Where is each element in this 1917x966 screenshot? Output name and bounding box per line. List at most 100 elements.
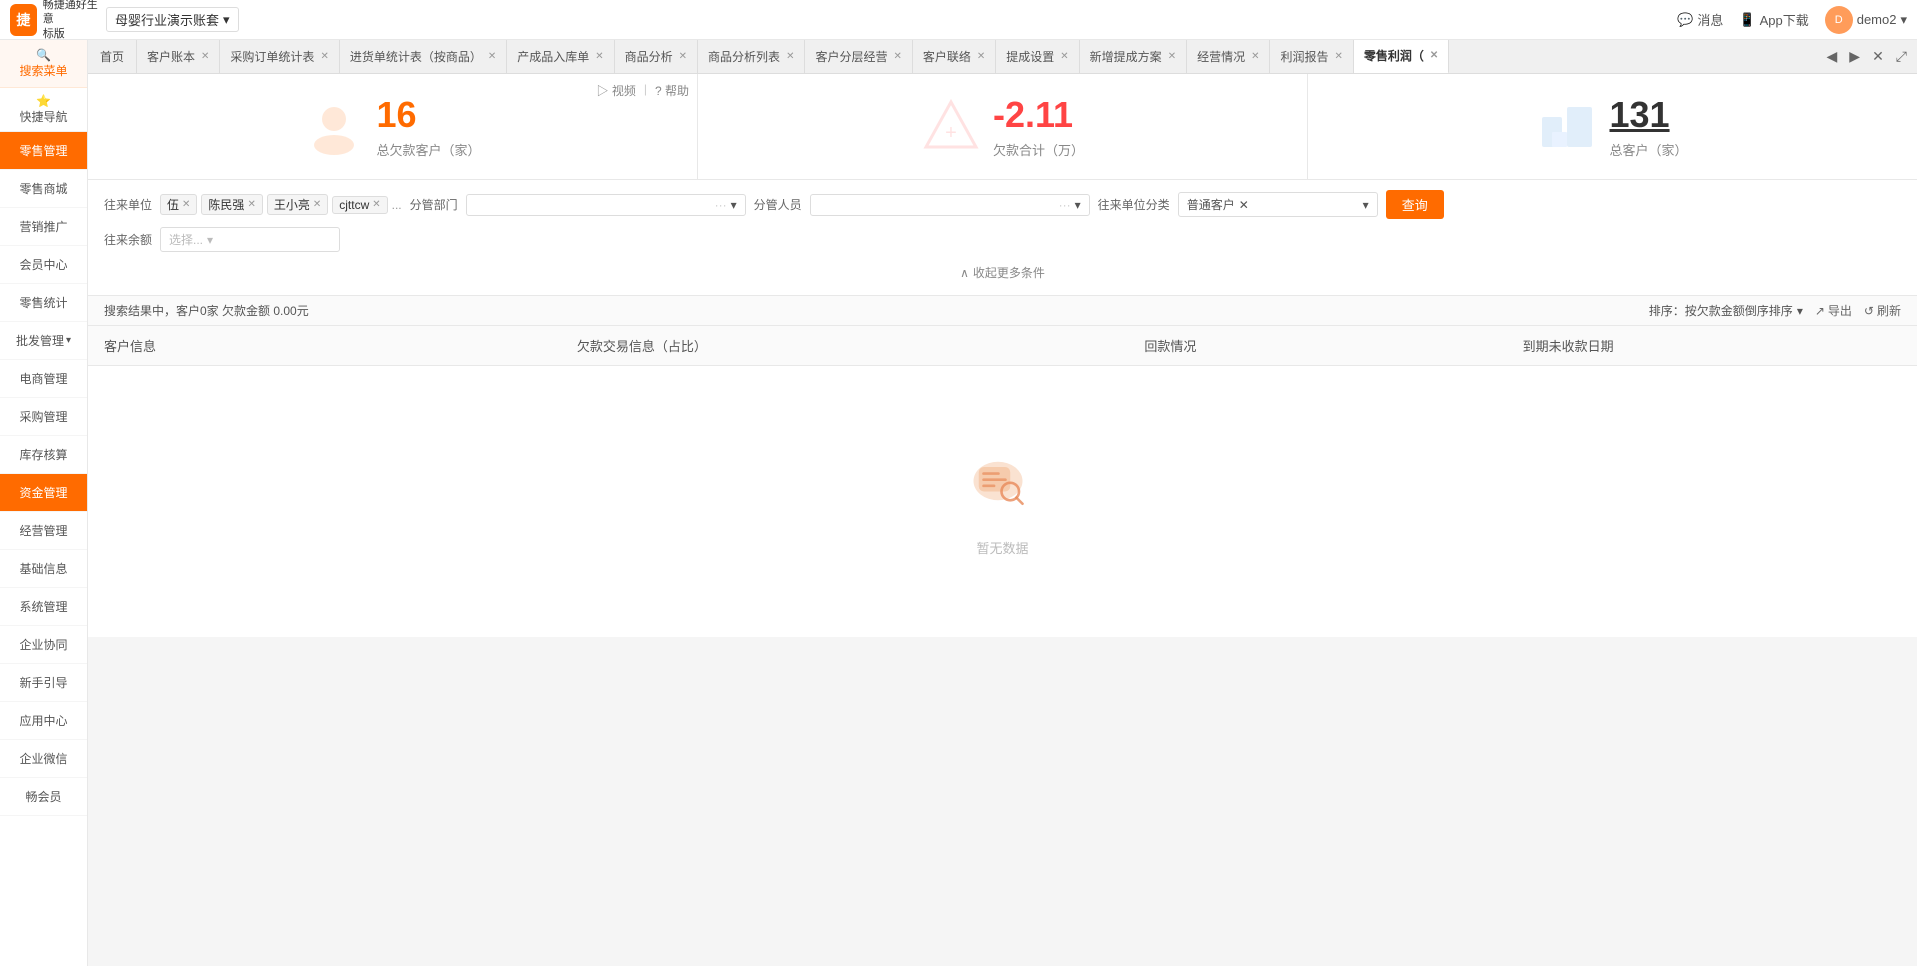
top-bar-right: 💬 消息 📱 App下载 D demo2 ▾	[1677, 6, 1907, 34]
chevron-down-icon: ▾	[223, 12, 230, 28]
sidebar-item-purchase[interactable]: 采购管理	[0, 398, 87, 436]
sidebar-search[interactable]: 🔍 搜索菜单	[0, 40, 87, 88]
sidebar-item-member[interactable]: 畅会员	[0, 778, 87, 816]
stat-total-debt: + -2.11 欠款合计（万）	[698, 74, 1308, 179]
tab-item-2[interactable]: 进货单统计表（按商品） ✕	[340, 40, 507, 74]
collapse-button[interactable]: ∧ 收起更多条件	[104, 260, 1901, 285]
tab-item-8[interactable]: 提成设置 ✕	[996, 40, 1079, 74]
sidebar-item-wholesale[interactable]: 批发管理 ▾	[0, 322, 87, 360]
sidebar-item-marketing[interactable]: 营销推广	[0, 208, 87, 246]
sidebar-item-inventory[interactable]: 库存核算	[0, 436, 87, 474]
dept-select[interactable]: ··· ▾	[466, 194, 746, 216]
messages-button[interactable]: 💬 消息	[1677, 10, 1723, 29]
remove-tag-1[interactable]: ✕	[247, 199, 255, 210]
sidebar-item-retail-mgmt[interactable]: 零售管理	[0, 132, 87, 170]
tab-close-12[interactable]: ✕	[1430, 50, 1438, 61]
tab-close-9[interactable]: ✕	[1168, 51, 1176, 62]
tab-item-9[interactable]: 新增提成方案 ✕	[1080, 40, 1187, 74]
tab-close-7[interactable]: ✕	[977, 51, 985, 62]
tab-next-button[interactable]: ▶	[1845, 46, 1864, 67]
filter-tag-2: 王小亮 ✕	[267, 194, 328, 215]
tab-expand-button[interactable]: ⤢	[1892, 46, 1911, 67]
search-button[interactable]: 查询	[1386, 190, 1444, 219]
tab-close-3[interactable]: ✕	[595, 51, 603, 62]
sort-select[interactable]: 排序：按欠款金额倒序排序 ▾	[1649, 302, 1803, 319]
tab-close-11[interactable]: ✕	[1335, 51, 1343, 62]
remove-tag-2[interactable]: ✕	[313, 199, 321, 210]
sidebar-item-member-center[interactable]: 会员中心	[0, 246, 87, 284]
tab-close-0[interactable]: ✕	[201, 51, 209, 62]
stat-debtors-number: 16	[376, 94, 480, 136]
quick-nav[interactable]: ⭐ 快捷导航	[0, 88, 87, 132]
stat-debt-label: 欠款合计（万）	[993, 140, 1084, 159]
help-link[interactable]: ? 帮助	[655, 82, 689, 99]
table-header: 客户信息 欠款交易信息（占比） 回款情况 到期未收款日期	[88, 326, 1917, 366]
sidebar-item-retail-mall[interactable]: 零售商城	[0, 170, 87, 208]
sidebar-item-ecommerce[interactable]: 电商管理	[0, 360, 87, 398]
tab-controls: ◀ ▶ ✕ ⤢	[1817, 46, 1917, 67]
col-header-2: 回款情况	[1144, 336, 1522, 355]
tab-bar: 首页 客户账本 ✕ 采购订单统计表 ✕ 进货单统计表（按商品） ✕ 产成品入库单…	[88, 40, 1917, 74]
refresh-button[interactable]: ↺ 刷新	[1864, 302, 1901, 319]
tab-close-5[interactable]: ✕	[786, 51, 794, 62]
balance-select[interactable]: 选择... ▾	[160, 227, 340, 252]
tab-item-1[interactable]: 采购订单统计表 ✕	[220, 40, 339, 74]
sidebar-item-finance[interactable]: 资金管理	[0, 474, 87, 512]
store-selector[interactable]: 母婴行业演示账套 ▾	[106, 7, 239, 32]
top-bar-left: 捷 畅捷通好生意 标版 母婴行业演示账套 ▾	[10, 0, 239, 41]
filter-tag-1: 陈民强 ✕	[201, 194, 262, 215]
svg-text:+: +	[945, 122, 957, 144]
app-download-button[interactable]: 📱 App下载	[1739, 10, 1808, 29]
tab-close-4[interactable]: ✕	[679, 51, 687, 62]
sidebar-item-system[interactable]: 系统管理	[0, 588, 87, 626]
classify-select[interactable]: 普通客户 ✕ ▾	[1178, 192, 1378, 217]
top-bar: 捷 畅捷通好生意 标版 母婴行业演示账套 ▾ 💬 消息 📱 App下载 D	[0, 0, 1917, 40]
chevron-down-icon: ▾	[731, 198, 737, 212]
stat-customers-number: 131	[1609, 94, 1687, 136]
sidebar-item-retail-stats[interactable]: 零售统计	[0, 284, 87, 322]
col-header-3: 到期未收款日期	[1523, 336, 1901, 355]
sidebar-item-app-center[interactable]: 应用中心	[0, 702, 87, 740]
tab-item-12[interactable]: 零售利润（ ✕	[1354, 40, 1449, 74]
tab-close-all-button[interactable]: ✕	[1868, 46, 1888, 67]
remove-tag-0[interactable]: ✕	[182, 199, 190, 210]
sidebar-item-newbie[interactable]: 新手引导	[0, 664, 87, 702]
tab-item-10[interactable]: 经营情况 ✕	[1187, 40, 1270, 74]
tab-item-6[interactable]: 客户分层经营 ✕	[805, 40, 912, 74]
sidebar-item-basic-info[interactable]: 基础信息	[0, 550, 87, 588]
sidebar-item-wechat[interactable]: 企业微信	[0, 740, 87, 778]
dept-filter-label: 分管部门	[410, 196, 458, 213]
export-button[interactable]: ↗ 导出	[1815, 302, 1852, 319]
sidebar-item-operations[interactable]: 经营管理	[0, 512, 87, 550]
tab-item-7[interactable]: 客户联络 ✕	[913, 40, 996, 74]
filter-tags: 伍 ✕ 陈民强 ✕ 王小亮 ✕	[160, 194, 402, 215]
stat-customers-label: 总客户（家）	[1609, 140, 1687, 159]
tab-close-8[interactable]: ✕	[1060, 51, 1068, 62]
refresh-icon: ↺	[1864, 304, 1874, 318]
tab-item-0[interactable]: 客户账本 ✕	[137, 40, 220, 74]
chevron-down-icon: ▾	[207, 233, 213, 247]
remove-tag-3[interactable]: ✕	[372, 199, 380, 210]
sidebar-item-enterprise[interactable]: 企业协同	[0, 626, 87, 664]
tab-item-11[interactable]: 利润报告 ✕	[1270, 40, 1353, 74]
tab-item-3[interactable]: 产成品入库单 ✕	[507, 40, 614, 74]
tab-close-2[interactable]: ✕	[488, 51, 496, 62]
tab-close-10[interactable]: ✕	[1251, 51, 1259, 62]
filter-bar: 往来单位 伍 ✕ 陈民强 ✕ 王小亮	[88, 180, 1917, 296]
stat-actions: ▷ 视频 | ? 帮助	[596, 82, 689, 99]
stat-debtors-label: 总欠款客户（家）	[376, 140, 480, 159]
tab-item-4[interactable]: 商品分析 ✕	[615, 40, 698, 74]
tab-prev-button[interactable]: ◀	[1823, 46, 1842, 67]
person-select[interactable]: ··· ▾	[810, 194, 1090, 216]
person-filter-label: 分管人员	[754, 196, 802, 213]
user-menu[interactable]: D demo2 ▾	[1825, 6, 1907, 34]
tab-close-6[interactable]: ✕	[893, 51, 901, 62]
tab-item-5[interactable]: 商品分析列表 ✕	[698, 40, 805, 74]
remove-classify[interactable]: ✕	[1239, 198, 1249, 212]
content-area: 首页 客户账本 ✕ 采购订单统计表 ✕ 进货单统计表（按商品） ✕ 产成品入库单…	[88, 40, 1917, 966]
logo-text: 畅捷通好生意 标版	[43, 0, 98, 41]
filter-more-button[interactable]: ...	[392, 198, 402, 212]
tab-close-1[interactable]: ✕	[320, 51, 328, 62]
video-link[interactable]: ▷ 视频	[596, 82, 635, 99]
tab-home[interactable]: 首页	[88, 40, 137, 74]
